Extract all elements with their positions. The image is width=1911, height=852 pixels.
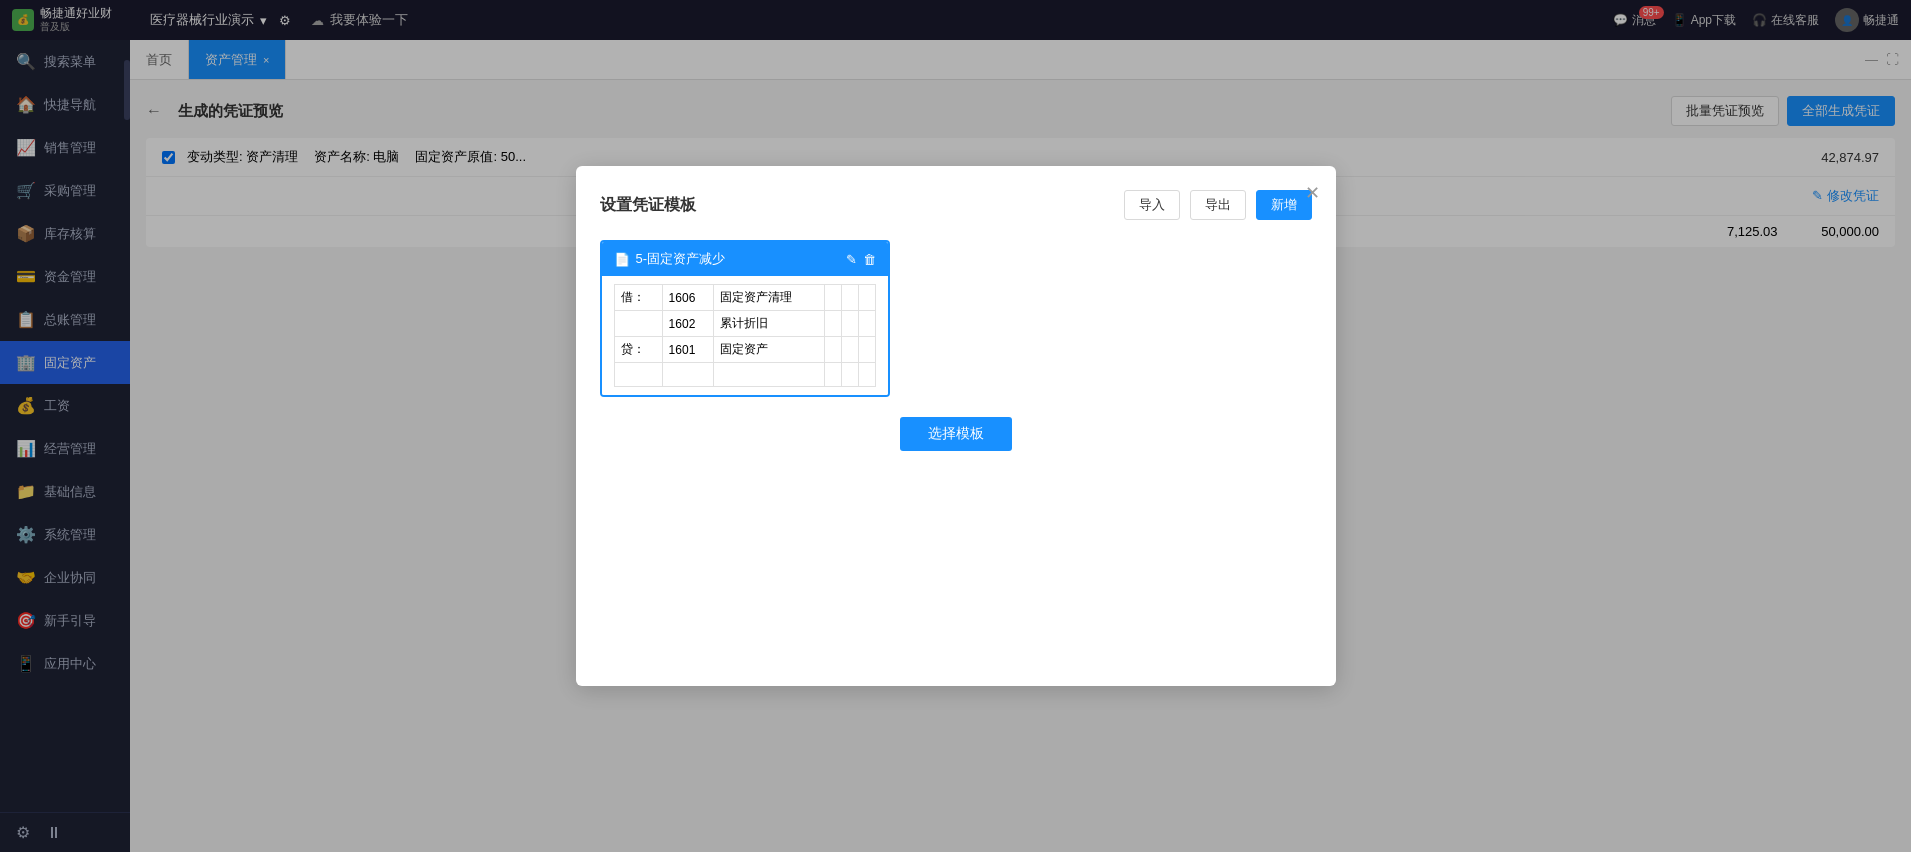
entry-code [662,363,714,387]
modal-close-button[interactable]: ✕ [1305,182,1320,204]
template-entries-table: 借： 1606 固定资产清理 160 [614,284,876,387]
entry-code: 1606 [662,285,714,311]
entry-col3 [858,311,875,337]
entry-col2 [841,337,858,363]
entry-col2 [841,285,858,311]
entry-name: 固定资产清理 [714,285,825,311]
new-template-button[interactable]: 新增 [1256,190,1312,220]
entry-col2 [841,363,858,387]
entry-type [614,363,662,387]
table-row: 1602 累计折旧 [614,311,875,337]
select-template-button[interactable]: 选择模板 [900,417,1012,451]
template-card: 📄 5-固定资产减少 ✎ 🗑 [600,240,890,397]
table-row [614,363,875,387]
entry-col1 [824,363,841,387]
entry-type: 贷： [614,337,662,363]
entry-type [614,311,662,337]
entry-col3 [858,285,875,311]
template-card-body: 借： 1606 固定资产清理 160 [602,276,888,395]
template-doc-icon: 📄 [614,252,630,267]
export-button[interactable]: 导出 [1190,190,1246,220]
modal-header: 设置凭证模板 导入 导出 新增 [600,190,1312,220]
template-id-name: 5-固定资产减少 [636,250,726,268]
template-edit-icon[interactable]: ✎ [846,252,857,267]
entry-col1 [824,311,841,337]
entry-name: 固定资产 [714,337,825,363]
entry-col3 [858,363,875,387]
import-button[interactable]: 导入 [1124,190,1180,220]
table-row: 贷： 1601 固定资产 [614,337,875,363]
table-row: 借： 1606 固定资产清理 [614,285,875,311]
modal-title: 设置凭证模板 [600,195,696,216]
entry-col1 [824,337,841,363]
template-header-icons: ✎ 🗑 [846,252,876,267]
entry-code: 1602 [662,311,714,337]
entry-name: 累计折旧 [714,311,825,337]
entry-code: 1601 [662,337,714,363]
entry-col1 [824,285,841,311]
template-delete-icon[interactable]: 🗑 [863,252,876,267]
template-card-header: 📄 5-固定资产减少 ✎ 🗑 [602,242,888,276]
entry-col3 [858,337,875,363]
entry-type: 借： [614,285,662,311]
entry-col2 [841,311,858,337]
page-content: ← 生成的凭证预览 批量凭证预览 全部生成凭证 变动类型: 资产清理 资产名称:… [130,80,1911,852]
modal-overlay: 设置凭证模板 导入 导出 新增 ✕ 📄 5-固定资产减 [130,80,1911,852]
entry-name [714,363,825,387]
modal-dialog: 设置凭证模板 导入 导出 新增 ✕ 📄 5-固定资产减 [576,166,1336,686]
content-area: 首页 资产管理 × — ⛶ ← 生成的凭证预览 批量凭证预览 全部生成凭 [130,40,1911,852]
modal-action-buttons: 导入 导出 新增 [1124,190,1312,220]
